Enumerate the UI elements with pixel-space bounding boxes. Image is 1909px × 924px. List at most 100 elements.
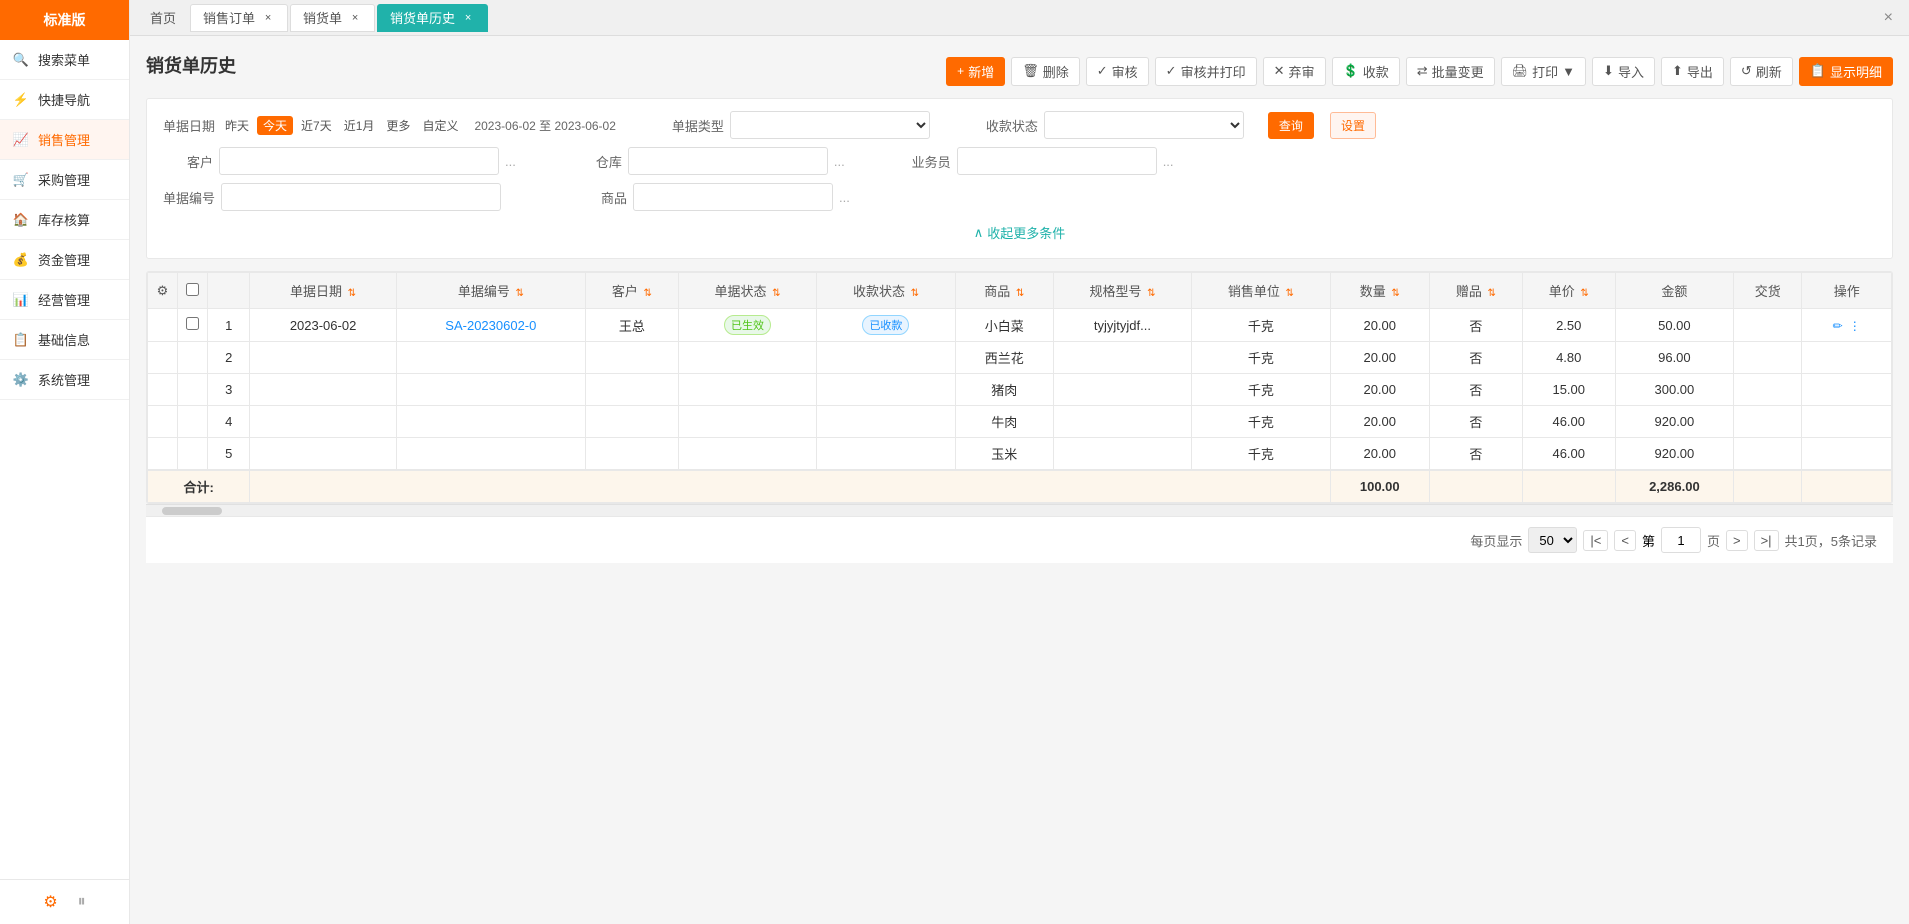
page-label: 页 bbox=[1707, 531, 1720, 550]
audit-print-button[interactable]: ✓ 审核并打印 bbox=[1155, 57, 1257, 86]
tab-sales-goods[interactable]: 销货单 × bbox=[290, 4, 375, 32]
col-payment-status[interactable]: 收款状态 ⇅ bbox=[817, 273, 955, 309]
sidebar-item-operation[interactable]: 📊 经营管理 bbox=[0, 280, 129, 320]
row-gift: 否 bbox=[1429, 342, 1522, 374]
customer-input[interactable] bbox=[219, 147, 499, 175]
sidebar-item-basic-info[interactable]: 📋 基础信息 bbox=[0, 320, 129, 360]
batch-change-button[interactable]: ⇄ 批量变更 bbox=[1406, 57, 1495, 86]
first-page-btn[interactable]: |< bbox=[1583, 530, 1608, 551]
audit-button[interactable]: ✓ 审核 bbox=[1086, 57, 1149, 86]
customer-more-icon[interactable]: ... bbox=[505, 154, 516, 169]
row-checkbox[interactable] bbox=[186, 317, 199, 330]
delete-button[interactable]: 🗑 删除 bbox=[1011, 57, 1080, 86]
col-unit[interactable]: 销售单位 ⇅ bbox=[1192, 273, 1330, 309]
show-detail-button[interactable]: 📋 显示明细 bbox=[1799, 57, 1893, 86]
col-doc-no[interactable]: 单据编号 ⇅ bbox=[396, 273, 585, 309]
sidebar-item-finance[interactable]: 💰 资金管理 bbox=[0, 240, 129, 280]
print-button[interactable]: 🖨 打印 ▼ bbox=[1501, 57, 1586, 86]
sidebar-item-inventory[interactable]: 🏠 库存核算 bbox=[0, 200, 129, 240]
collapse-bar[interactable]: ∧ 收起更多条件 bbox=[163, 219, 1876, 246]
sales-rep-more-icon[interactable]: ... bbox=[1163, 154, 1174, 169]
tab-sales-order-close[interactable]: × bbox=[261, 11, 275, 25]
sidebar-item-sales[interactable]: 📈 销售管理 bbox=[0, 120, 129, 160]
per-page-select[interactable]: 50 bbox=[1528, 527, 1577, 553]
tab-sales-order[interactable]: 销售订单 × bbox=[190, 4, 288, 32]
docno-input[interactable] bbox=[221, 183, 501, 211]
summary-label: 合计: bbox=[148, 470, 250, 503]
collect-button[interactable]: 💲 收款 bbox=[1332, 57, 1400, 86]
row-doc-status: 已生效 bbox=[678, 309, 816, 342]
row-customer bbox=[586, 438, 679, 471]
tab-sales-history-close[interactable]: × bbox=[461, 11, 475, 25]
sidebar-item-search[interactable]: 🔍 搜索菜单 bbox=[0, 40, 129, 80]
export-button[interactable]: ⬆ 导出 bbox=[1661, 57, 1724, 86]
payment-select[interactable] bbox=[1044, 111, 1244, 139]
warehouse-more-icon[interactable]: ... bbox=[834, 154, 845, 169]
col-customer[interactable]: 客户 ⇅ bbox=[586, 273, 679, 309]
tab-sales-history[interactable]: 销货单历史 × bbox=[377, 4, 488, 32]
settings-button[interactable]: 设置 bbox=[1330, 112, 1376, 139]
row-date bbox=[250, 374, 396, 406]
warehouse-input[interactable] bbox=[628, 147, 828, 175]
abandon-button[interactable]: ✕ 弃审 bbox=[1263, 57, 1326, 86]
horizontal-scrollbar[interactable] bbox=[146, 504, 1893, 516]
prev-page-btn[interactable]: < bbox=[1614, 530, 1636, 551]
col-checkbox[interactable] bbox=[178, 273, 208, 309]
page-number-input[interactable] bbox=[1661, 527, 1701, 553]
col-date[interactable]: 单据日期 ⇅ bbox=[250, 273, 396, 309]
bar-chart-icon: 📊 bbox=[12, 291, 30, 309]
sales-rep-input[interactable] bbox=[957, 147, 1157, 175]
row-doc-no bbox=[396, 406, 585, 438]
select-all-checkbox[interactable] bbox=[186, 283, 199, 296]
sidebar-item-label: 基础信息 bbox=[38, 330, 90, 349]
next-page-btn[interactable]: > bbox=[1726, 530, 1748, 551]
import-button[interactable]: ⬇ 导入 bbox=[1592, 57, 1655, 86]
doc-no-link[interactable]: SA-20230602-0 bbox=[445, 318, 536, 333]
query-button[interactable]: 查询 bbox=[1268, 112, 1314, 139]
lightning-icon: ⚡ bbox=[12, 91, 30, 109]
col-spec[interactable]: 规格型号 ⇅ bbox=[1053, 273, 1191, 309]
payment-filter: 收款状态 bbox=[986, 111, 1244, 139]
sidebar-item-purchase[interactable]: 🛒 采购管理 bbox=[0, 160, 129, 200]
date-filter: 单据日期 昨天 今天 近7天 近1月 更多 自定义 2023-06-02 至 2… bbox=[163, 116, 616, 135]
edit-action-btn[interactable]: ✏ bbox=[1830, 319, 1846, 333]
goods-input[interactable] bbox=[633, 183, 833, 211]
col-unit-price[interactable]: 单价 ⇅ bbox=[1522, 273, 1615, 309]
row-transaction bbox=[1734, 438, 1802, 471]
row-checkbox-cell bbox=[178, 342, 208, 374]
row-unit-price: 2.50 bbox=[1522, 309, 1615, 342]
date-1month-btn[interactable]: 近1月 bbox=[340, 116, 379, 135]
close-all-tabs-btn[interactable]: × bbox=[1876, 9, 1901, 27]
row-settings-cell bbox=[148, 406, 178, 438]
goods-filter: 商品 ... bbox=[577, 183, 850, 211]
col-gift[interactable]: 赠品 ⇅ bbox=[1429, 273, 1522, 309]
date-more-btn[interactable]: 更多 bbox=[382, 116, 414, 135]
goods-more-icon[interactable]: ... bbox=[839, 190, 850, 205]
date-7days-btn[interactable]: 近7天 bbox=[297, 116, 336, 135]
table-row: 4牛肉千克20.00否46.00920.00 bbox=[148, 406, 1892, 438]
sidebar-settings-btn[interactable]: ⚙ bbox=[37, 890, 63, 914]
row-amount: 50.00 bbox=[1615, 309, 1733, 342]
type-select[interactable] bbox=[730, 111, 930, 139]
refresh-icon: ↺ bbox=[1741, 63, 1752, 79]
more-action-btn[interactable]: ⋮ bbox=[1846, 319, 1864, 333]
sidebar-collapse-btn[interactable]: ⏸ bbox=[72, 890, 92, 914]
col-qty[interactable]: 数量 ⇅ bbox=[1330, 273, 1429, 309]
sidebar-item-quicknav[interactable]: ⚡ 快捷导航 bbox=[0, 80, 129, 120]
date-today-btn[interactable]: 今天 bbox=[257, 116, 293, 135]
row-qty: 20.00 bbox=[1330, 406, 1429, 438]
sidebar-item-system[interactable]: ⚙️ 系统管理 bbox=[0, 360, 129, 400]
new-button[interactable]: + 新增 bbox=[946, 57, 1005, 86]
tab-sales-goods-close[interactable]: × bbox=[348, 11, 362, 25]
last-page-btn[interactable]: >| bbox=[1754, 530, 1779, 551]
row-amount: 920.00 bbox=[1615, 438, 1733, 471]
date-custom-btn[interactable]: 自定义 bbox=[418, 116, 462, 135]
tab-home[interactable]: 首页 bbox=[138, 4, 188, 32]
date-yesterday-btn[interactable]: 昨天 bbox=[221, 116, 253, 135]
col-goods[interactable]: 商品 ⇅ bbox=[955, 273, 1053, 309]
col-settings[interactable]: ⚙ bbox=[148, 273, 178, 309]
refresh-button[interactable]: ↺ 刷新 bbox=[1730, 57, 1793, 86]
clipboard-icon: 📋 bbox=[12, 331, 30, 349]
col-doc-status[interactable]: 单据状态 ⇅ bbox=[678, 273, 816, 309]
scroll-thumb[interactable] bbox=[162, 507, 222, 515]
